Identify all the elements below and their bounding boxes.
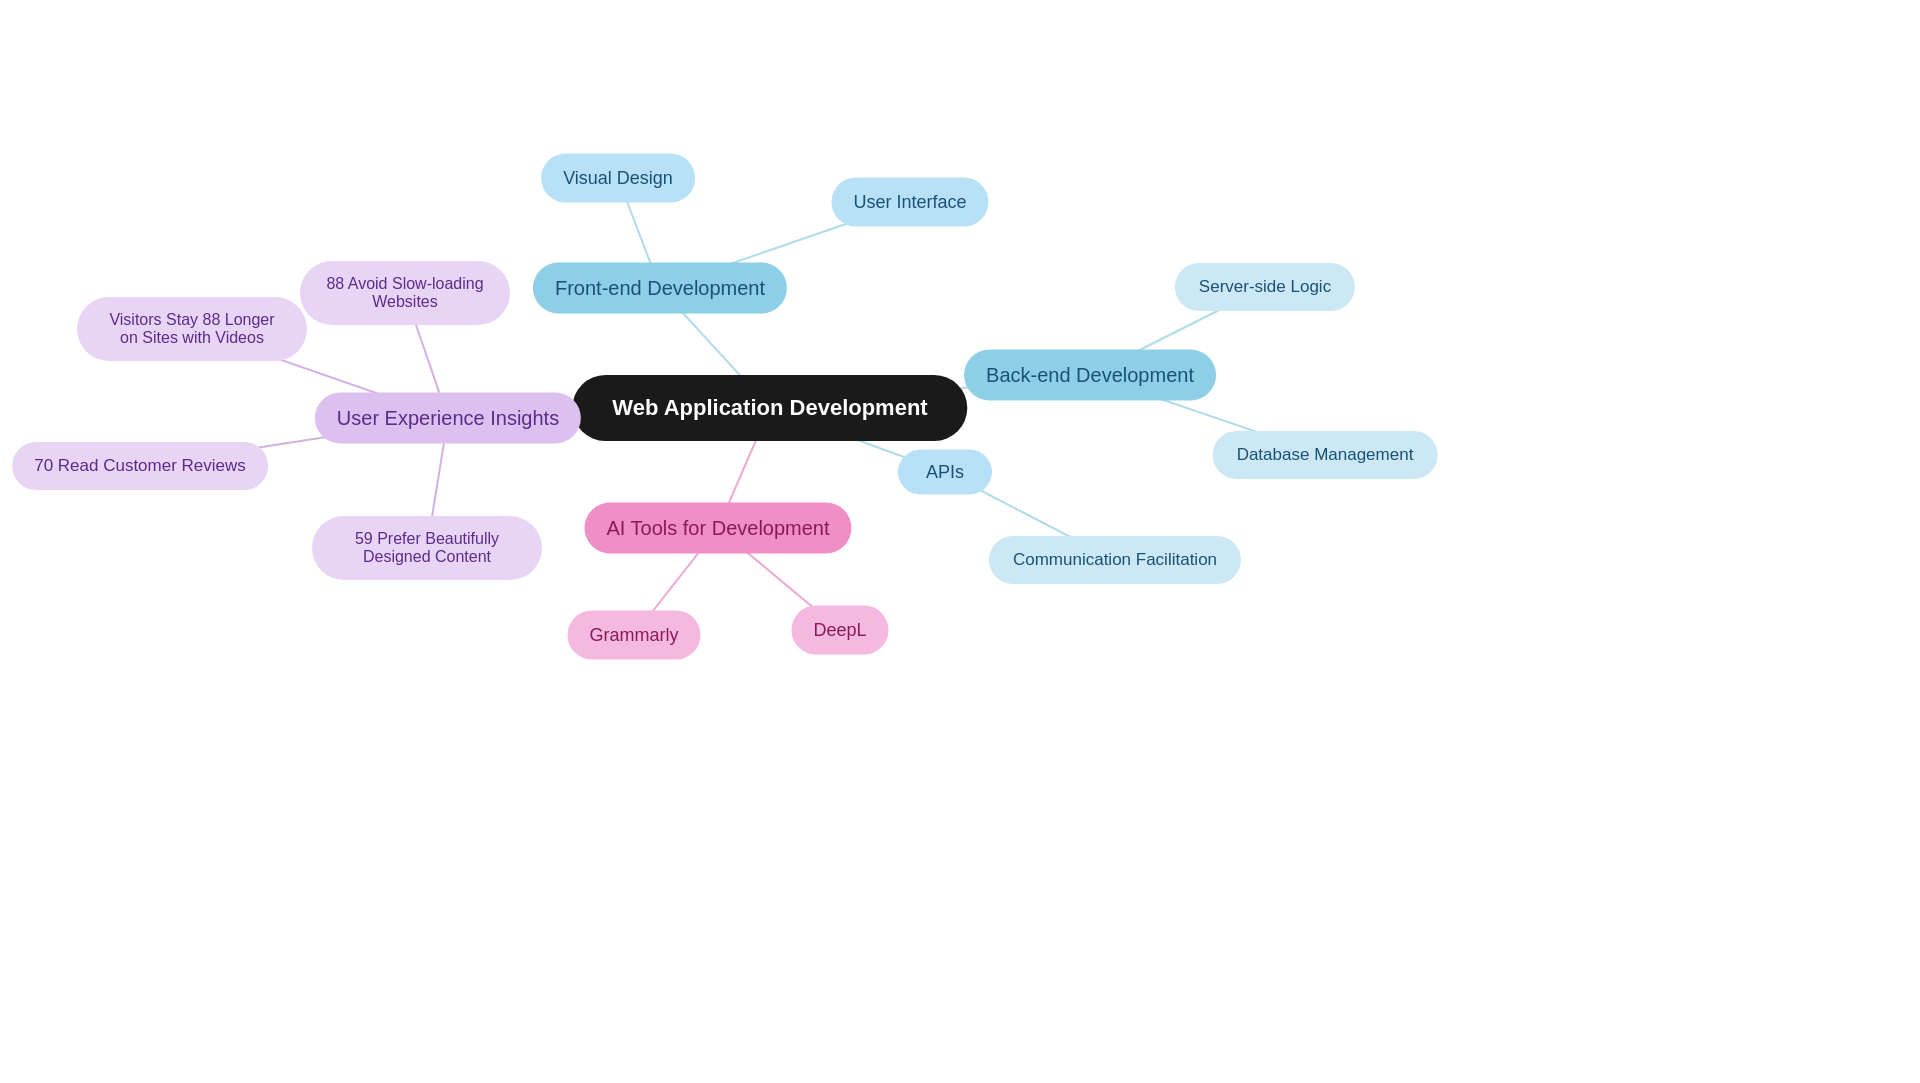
node-visual_design[interactable]: Visual Design <box>541 154 695 203</box>
node-comm_facilitation[interactable]: Communication Facilitation <box>989 536 1241 584</box>
node-ai_tools[interactable]: AI Tools for Development <box>584 503 851 554</box>
node-visitors_stay[interactable]: Visitors Stay 88 Longer on Sites with Vi… <box>77 297 307 361</box>
center-node[interactable]: Web Application Development <box>572 375 967 441</box>
connections-svg <box>0 0 1920 1083</box>
node-frontend[interactable]: Front-end Development <box>533 263 787 314</box>
node-apis[interactable]: APIs <box>898 450 992 495</box>
node-server_logic[interactable]: Server-side Logic <box>1175 263 1355 311</box>
mindmap-container: Web Application Development Front-end Dev… <box>0 0 1920 1083</box>
node-deepl[interactable]: DeepL <box>791 606 888 655</box>
node-backend[interactable]: Back-end Development <box>964 350 1216 401</box>
node-database[interactable]: Database Management <box>1213 431 1438 479</box>
node-read_reviews[interactable]: 70 Read Customer Reviews <box>12 442 268 490</box>
node-prefer_content[interactable]: 59 Prefer Beautifully Designed Content <box>312 516 542 580</box>
node-grammarly[interactable]: Grammarly <box>568 611 701 660</box>
node-avoid_slow[interactable]: 88 Avoid Slow-loading Websites <box>300 261 510 325</box>
node-ux_insights[interactable]: User Experience Insights <box>315 393 581 444</box>
node-user_interface[interactable]: User Interface <box>831 178 988 227</box>
